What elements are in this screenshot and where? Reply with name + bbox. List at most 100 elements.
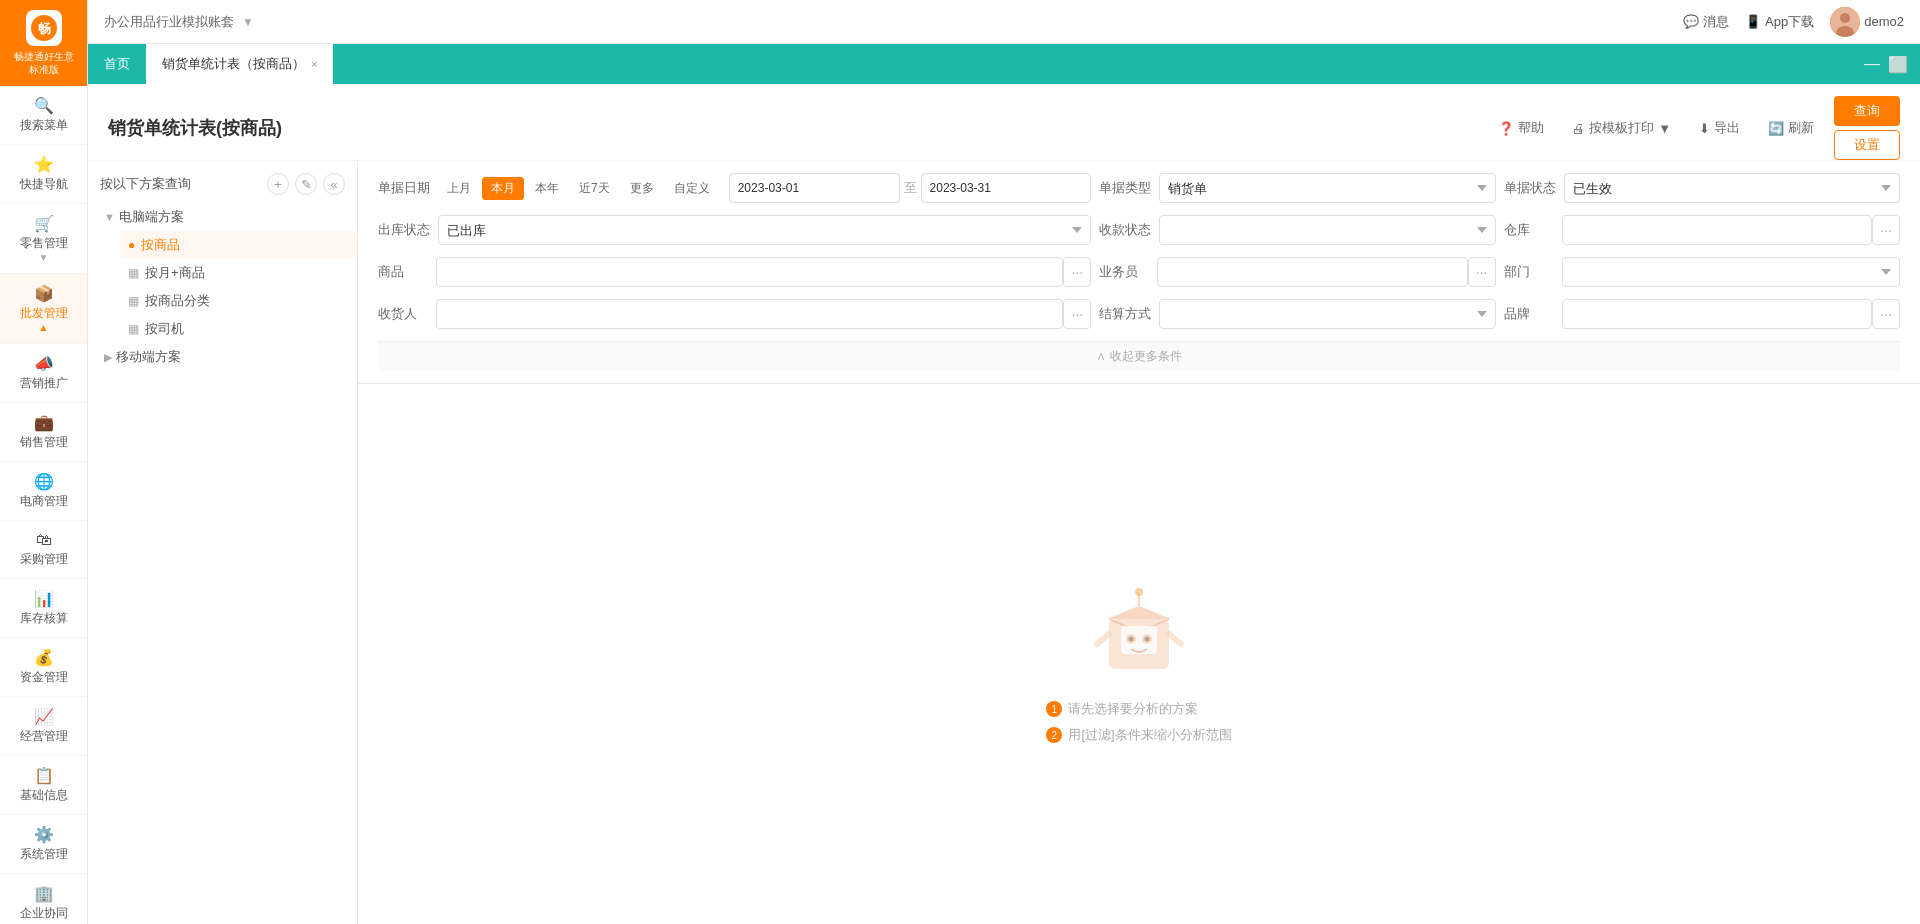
sales-icon: 💼 [34, 413, 54, 432]
date-tab-this-month[interactable]: 本月 [482, 177, 524, 200]
add-scheme-btn[interactable]: + [267, 173, 289, 195]
brand-field: 品牌 ··· [1504, 299, 1900, 329]
salesperson-dots-btn[interactable]: ··· [1468, 257, 1496, 287]
main-area: 办公用品行业模拟账套 ▼ 💬 消息 📱 App下载 de [88, 0, 1920, 924]
tab-sales-stats[interactable]: 销货单统计表（按商品） × [146, 44, 333, 84]
scheme-by-driver[interactable]: ▦ 按司机 [120, 315, 357, 343]
help-btn[interactable]: ❓ 帮助 [1490, 115, 1552, 141]
salesperson-field: 业务员 ··· [1099, 257, 1495, 287]
app-download-btn[interactable]: 📱 App下载 [1745, 13, 1814, 31]
doc-status-field: 单据状态 已生效 [1504, 173, 1900, 203]
filter-panel-title-area: 按以下方案查询 [100, 175, 191, 193]
star-icon: ⭐ [34, 155, 54, 174]
active-tab-label: 销货单统计表（按商品） [162, 55, 305, 73]
sidebar-item-system[interactable]: ⚙️ 系统管理 [0, 815, 87, 874]
brand-dots-btn[interactable]: ··· [1872, 299, 1900, 329]
tree-mobile-section[interactable]: ▶ 移动端方案 [100, 343, 357, 371]
tree-expand-icon: ▼ [104, 211, 115, 223]
receipt-status-label: 收款状态 [1099, 221, 1151, 239]
print-icon: 🖨 [1572, 121, 1585, 136]
content-body: 按以下方案查询 + ✎ « ▼ 电脑端方案 [88, 161, 1920, 924]
date-to-input[interactable] [921, 173, 1092, 203]
query-button[interactable]: 查询 [1834, 96, 1900, 126]
edit-scheme-btn[interactable]: ✎ [295, 173, 317, 195]
print-btn[interactable]: 🖨 按模板打印 ▼ [1564, 115, 1679, 141]
outbound-status-select[interactable]: 已出库 [438, 215, 1091, 245]
scheme-icon-category: ▦ [128, 294, 139, 308]
empty-state: 1 请先选择要分析的方案 2 用[过滤]条件来缩小分析范围 [358, 384, 1920, 924]
message-btn[interactable]: 💬 消息 [1683, 13, 1729, 31]
sidebar-item-wholesale[interactable]: 📦 批发管理 ▲ [0, 274, 87, 344]
sidebar-item-basic[interactable]: 📋 基础信息 [0, 756, 87, 815]
date-tab-custom[interactable]: 自定义 [665, 177, 719, 200]
doc-type-field: 单据类型 销货单 [1099, 173, 1495, 203]
date-from-input[interactable] [729, 173, 900, 203]
tab-minimize-icon[interactable]: — [1864, 55, 1880, 73]
page-content: 销货单统计表(按商品) ❓ 帮助 🖨 按模板打印 ▼ ⬇ 导出 🔄 刷新 [88, 84, 1920, 924]
scheme-by-goods[interactable]: ● 按商品 [120, 231, 357, 259]
header-left: 办公用品行业模拟账套 ▼ [104, 13, 254, 31]
sidebar-item-shortcuts[interactable]: ⭐ 快捷导航 [0, 145, 87, 204]
goods-label: 商品 [378, 263, 428, 281]
goods-input[interactable] [436, 257, 1063, 287]
date-tab-more[interactable]: 更多 [621, 177, 663, 200]
dropdown-arrow-icon[interactable]: ▼ [242, 15, 254, 29]
empty-tip-2: 2 用[过滤]条件来缩小分析范围 [1046, 726, 1231, 744]
tree-pc-section[interactable]: ▼ 电脑端方案 [100, 203, 357, 231]
tip-text-1: 请先选择要分析的方案 [1068, 700, 1198, 718]
receiver-dots-btn[interactable]: ··· [1063, 299, 1091, 329]
sidebar-item-operations[interactable]: 📈 经营管理 [0, 697, 87, 756]
tab-close-icon[interactable]: × [311, 58, 317, 70]
date-tab-last-month[interactable]: 上月 [438, 177, 480, 200]
tab-maximize-icon[interactable]: ⬜ [1888, 55, 1908, 74]
home-tab-label: 首页 [104, 55, 130, 73]
department-label: 部门 [1504, 263, 1554, 281]
date-tab-7days[interactable]: 近7天 [570, 177, 619, 200]
brand-input[interactable] [1562, 299, 1872, 329]
goods-dots-btn[interactable]: ··· [1063, 257, 1091, 287]
sidebar-item-sales[interactable]: 💼 销售管理 [0, 403, 87, 462]
sidebar-item-enterprise[interactable]: 🏢 企业协同 [0, 874, 87, 924]
scheme-icon-goods: ● [128, 238, 135, 252]
doc-type-label: 单据类型 [1099, 179, 1151, 197]
export-icon: ⬇ [1699, 121, 1710, 136]
scheme-icon-driver: ▦ [128, 322, 139, 336]
tip-text-2: 用[过滤]条件来缩小分析范围 [1068, 726, 1231, 744]
export-btn[interactable]: ⬇ 导出 [1691, 115, 1748, 141]
scheme-by-month-goods[interactable]: ▦ 按月+商品 [120, 259, 357, 287]
collapse-bar[interactable]: ∧ 收起更多条件 [378, 341, 1900, 371]
refresh-btn[interactable]: 🔄 刷新 [1760, 115, 1822, 141]
tab-bar: 首页 销货单统计表（按商品） × — ⬜ [88, 44, 1920, 84]
user-avatar[interactable]: demo2 [1830, 7, 1904, 37]
scheme-goods-category-label: 按商品分类 [145, 292, 210, 310]
doc-status-select[interactable]: 已生效 [1564, 173, 1900, 203]
page-header: 销货单统计表(按商品) ❓ 帮助 🖨 按模板打印 ▼ ⬇ 导出 🔄 刷新 [88, 84, 1920, 160]
date-range-box: 上月 本月 本年 近7天 更多 自定义 至 [438, 173, 1091, 203]
tab-home[interactable]: 首页 [88, 44, 146, 84]
warehouse-dots-btn[interactable]: ··· [1872, 215, 1900, 245]
sidebar-item-purchase[interactable]: 🛍 采购管理 [0, 521, 87, 579]
svg-point-12 [1145, 637, 1150, 642]
warehouse-input[interactable] [1562, 215, 1872, 245]
outbound-status-label: 出库状态 [378, 221, 430, 239]
sidebar-item-search[interactable]: 🔍 搜索菜单 [0, 86, 87, 145]
settings-button[interactable]: 设置 [1834, 130, 1900, 160]
settlement-select[interactable] [1159, 299, 1495, 329]
department-select[interactable] [1562, 257, 1900, 287]
doc-type-select[interactable]: 销货单 [1159, 173, 1495, 203]
sidebar-item-retail[interactable]: 🛒 零售管理 ▼ [0, 204, 87, 274]
receipt-status-select[interactable] [1159, 215, 1495, 245]
salesperson-input[interactable] [1157, 257, 1467, 287]
sidebar-item-ecommerce[interactable]: 🌐 电商管理 [0, 462, 87, 521]
sidebar-item-finance[interactable]: 💰 资金管理 [0, 638, 87, 697]
sidebar-item-inventory[interactable]: 📊 库存核算 [0, 579, 87, 638]
avatar-image [1830, 7, 1860, 37]
scheme-by-goods-category[interactable]: ▦ 按商品分类 [120, 287, 357, 315]
receiver-input[interactable] [436, 299, 1063, 329]
date-tab-this-year[interactable]: 本年 [526, 177, 568, 200]
sidebar-item-marketing[interactable]: 📣 营销推广 [0, 344, 87, 403]
wholesale-icon: 📦 [34, 284, 54, 303]
salesperson-label: 业务员 [1099, 263, 1149, 281]
collapse-panel-btn[interactable]: « [323, 173, 345, 195]
print-arrow-icon: ▼ [1658, 121, 1671, 136]
